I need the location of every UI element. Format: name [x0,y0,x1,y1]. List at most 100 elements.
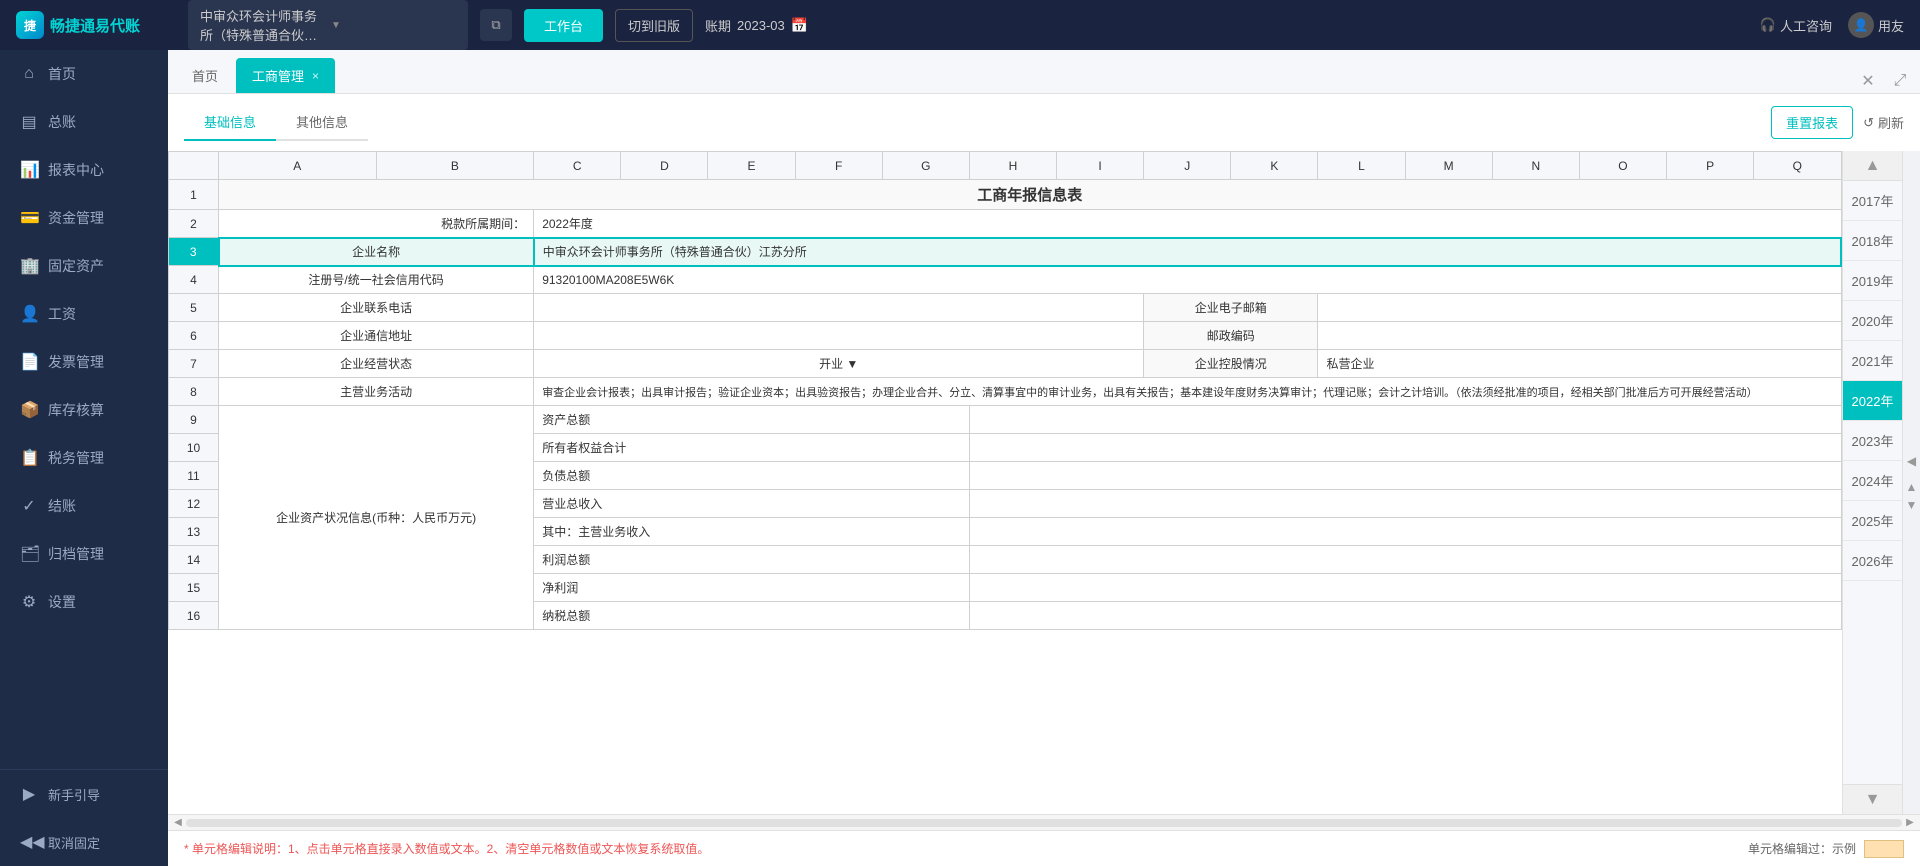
cell[interactable]: 企业联系电话 [219,294,534,322]
subtab-other[interactable]: 其他信息 [276,104,368,141]
cell[interactable] [1318,322,1841,350]
year-item-2020[interactable]: 2020年 [1843,301,1902,341]
panel-up-button[interactable]: ▲ [1906,480,1918,494]
cell-dropdown[interactable]: 开业 ▼ [534,350,1144,378]
cell[interactable]: 私营企业 [1318,350,1841,378]
workbench-button[interactable]: 工作台 [524,9,603,42]
sidebar-item-settle[interactable]: ✓ 结账 [0,482,168,530]
cell-business[interactable]: 审查企业会计报表；出具审计报告；验证企业资本；出具验资报告；办理企业合并、分立、… [534,378,1841,406]
close-window-button[interactable]: ✕ [1856,69,1880,93]
table-title[interactable]: 工商年报信息表 [219,180,1842,210]
year-item-2022[interactable]: 2022年 [1843,381,1902,421]
cell[interactable]: 企业通信地址 [219,322,534,350]
year-item-2024[interactable]: 2024年 [1843,461,1902,501]
panel-down-button[interactable]: ▼ [1906,498,1918,512]
horizontal-scrollbar[interactable]: ◀ ▶ [168,814,1920,830]
cell[interactable]: 资产总额 [534,406,970,434]
cell-company-name[interactable]: 中审众环会计师事务所（特殊普通合伙）江苏分所 [534,238,1841,266]
year-item-2023[interactable]: 2023年 [1843,421,1902,461]
year-scroll-up-button[interactable]: ▲ [1843,151,1902,181]
sidebar-item-home[interactable]: ⌂ 首页 [0,50,168,98]
cell[interactable]: 主营业务活动 [219,378,534,406]
subtab-basic[interactable]: 基础信息 [184,104,276,141]
scroll-right-button[interactable]: ▶ [1902,815,1918,831]
sidebar-item-report[interactable]: 📊 报表中心 [0,146,168,194]
cell-merged[interactable]: 企业资产状况信息(币种：人民币万元) [219,406,534,630]
year-item-2026[interactable]: 2026年 [1843,541,1902,581]
col-header-k: K [1231,152,1318,180]
year-item-2021[interactable]: 2021年 [1843,341,1902,381]
calendar-icon[interactable]: 📅 [791,17,808,34]
cell[interactable]: 利润总额 [534,546,970,574]
col-header-n: N [1492,152,1579,180]
cell[interactable]: 注册号/统一社会信用代码 [219,266,534,294]
cell[interactable] [969,546,1841,574]
sidebar-item-invoice[interactable]: 📄 发票管理 [0,338,168,386]
cell[interactable]: 企业控股情况 [1144,350,1318,378]
cell[interactable] [534,294,1144,322]
cell[interactable]: 净利润 [534,574,970,602]
table-container[interactable]: A B C D E F G H I J K L M [168,151,1842,814]
tab-active[interactable]: 工商管理 × [236,58,335,93]
asset-icon: 🏢 [20,256,38,276]
sidebar-footer: ▶ 新手引导 ◀◀ 取消固定 [0,769,168,866]
cell[interactable]: 营业总收入 [534,490,970,518]
refresh-button[interactable]: ↺ 刷新 [1863,113,1904,132]
cell[interactable] [969,518,1841,546]
cell[interactable] [969,434,1841,462]
year-item-2018[interactable]: 2018年 [1843,221,1902,261]
sidebar-item-settings[interactable]: ⚙ 设置 [0,578,168,626]
year-item-2017[interactable]: 2017年 [1843,181,1902,221]
sidebar-item-archive[interactable]: 🗂 归档管理 [0,530,168,578]
tab-close-button[interactable]: × [312,69,319,83]
cell[interactable] [969,490,1841,518]
row-number: 5 [169,294,219,322]
sidebar-item-wage[interactable]: 👤 工资 [0,290,168,338]
year-item-2019[interactable]: 2019年 [1843,261,1902,301]
cell[interactable]: 企业经营状态 [219,350,534,378]
sidebar-item-asset[interactable]: 🏢 固定资产 [0,242,168,290]
cell[interactable]: 所有者权益合计 [534,434,970,462]
cell[interactable]: 纳税总额 [534,602,970,630]
cell[interactable]: 企业电子邮箱 [1144,294,1318,322]
row-number: 15 [169,574,219,602]
cell[interactable] [969,574,1841,602]
sidebar-item-unpin[interactable]: ◀◀ 取消固定 [0,818,168,866]
copy-button[interactable]: ⧉ [480,9,512,41]
chevron-down-icon: ▼ [331,20,456,31]
old-version-button[interactable]: 切到旧版 [615,9,693,42]
cell[interactable] [534,322,1144,350]
col-header-h: H [969,152,1056,180]
service-button[interactable]: 🎧 人工咨询 [1760,16,1832,35]
cell[interactable] [1318,294,1841,322]
cell[interactable]: 企业名称 [219,238,534,266]
sidebar-item-newbie[interactable]: ▶ 新手引导 [0,770,168,818]
scroll-track[interactable] [186,819,1902,827]
panel-collapse-button[interactable]: ◀ [1907,454,1916,468]
company-selector[interactable]: 中审众环会计师事务所（特殊普通合伙… ▼ [188,0,468,50]
reset-report-button[interactable]: 重置报表 [1771,106,1853,139]
cell[interactable]: 2022年度 [534,210,1841,238]
year-scroll-down-button[interactable]: ▼ [1843,784,1902,814]
cell[interactable]: 负债总额 [534,462,970,490]
sidebar-item-ledger[interactable]: ▤ 总账 [0,98,168,146]
content-wrapper: A B C D E F G H I J K L M [168,151,1920,814]
scroll-left-button[interactable]: ◀ [170,815,186,831]
sidebar-item-inventory[interactable]: 📦 库存核算 [0,386,168,434]
sidebar-item-fund[interactable]: 💳 资金管理 [0,194,168,242]
cell[interactable] [969,462,1841,490]
cell[interactable]: 其中：主营业务收入 [534,518,970,546]
cell[interactable] [969,406,1841,434]
spreadsheet: A B C D E F G H I J K L M [168,151,1842,630]
tab-home[interactable]: 首页 [176,58,234,93]
user-button[interactable]: 👤 用友 [1848,12,1904,38]
cell[interactable] [969,602,1841,630]
year-item-2025[interactable]: 2025年 [1843,501,1902,541]
logo-icon: 捷 [16,11,44,39]
tax-icon: 📋 [20,448,38,468]
sidebar-item-tax[interactable]: 📋 税务管理 [0,434,168,482]
cell[interactable]: 税款所属期间： [219,210,534,238]
cell[interactable]: 91320100MA208E5W6K [534,266,1841,294]
cell[interactable]: 邮政编码 [1144,322,1318,350]
maximize-window-button[interactable]: ⤢ [1888,69,1912,93]
